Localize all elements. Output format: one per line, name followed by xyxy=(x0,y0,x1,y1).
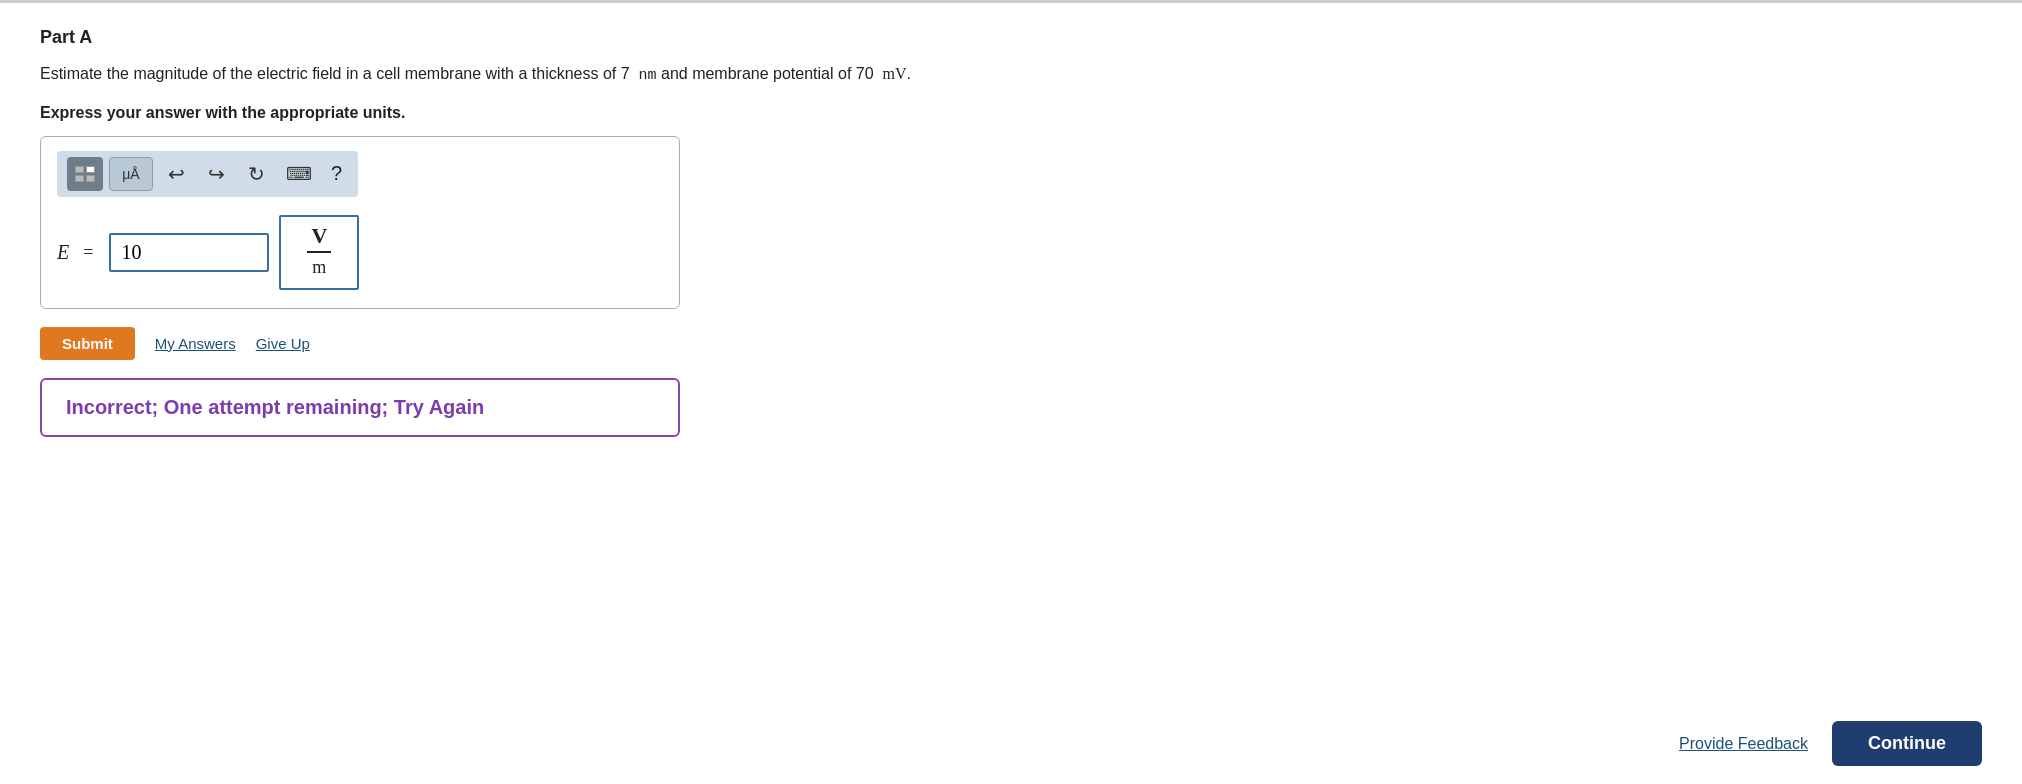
problem-text-2: and membrane potential of 70 xyxy=(661,65,874,82)
problem-text: Estimate the magnitude of the electric f… xyxy=(40,62,1982,88)
fraction-numerator: V xyxy=(307,223,331,253)
input-box-container: μÅ ↩ ↪ ↻ ⌨ ? E = V m xyxy=(40,136,680,309)
unit-grid-icon xyxy=(75,166,95,182)
part-label: Part A xyxy=(40,27,1982,48)
equation-equals: = xyxy=(83,242,93,263)
help-label: ? xyxy=(331,162,342,184)
unit-grid-button[interactable] xyxy=(67,157,103,191)
main-content: Part A Estimate the magnitude of the ele… xyxy=(0,3,2022,495)
actions-row: Submit My Answers Give Up xyxy=(40,327,1982,360)
mu-angstrom-button[interactable]: μÅ xyxy=(109,157,153,191)
my-answers-button[interactable]: My Answers xyxy=(155,335,236,352)
refresh-button[interactable]: ↻ xyxy=(239,157,273,191)
fraction-box: V m xyxy=(279,215,359,290)
feedback-text: Incorrect; One attempt remaining; Try Ag… xyxy=(66,396,484,418)
potential-value: mV xyxy=(882,65,906,82)
fraction-denominator: m xyxy=(308,253,330,278)
express-label: Express your answer with the appropriate… xyxy=(40,104,1982,122)
problem-text-1: Estimate the magnitude of the electric f… xyxy=(40,65,630,82)
feedback-box: Incorrect; One attempt remaining; Try Ag… xyxy=(40,378,680,437)
keyboard-button[interactable]: ⌨ xyxy=(279,157,319,191)
number-input[interactable] xyxy=(109,233,269,272)
equation-variable: E xyxy=(57,241,69,264)
redo-button[interactable]: ↪ xyxy=(199,157,233,191)
equation-row: E = V m xyxy=(57,215,663,290)
give-up-button[interactable]: Give Up xyxy=(256,335,310,352)
mu-angstrom-label: μÅ xyxy=(122,166,139,182)
toolbar: μÅ ↩ ↪ ↻ ⌨ ? xyxy=(57,151,358,197)
problem-text-end: . xyxy=(906,65,910,82)
thickness-unit: nm xyxy=(639,67,657,84)
help-button[interactable]: ? xyxy=(325,160,348,187)
undo-button[interactable]: ↩ xyxy=(159,157,193,191)
submit-button[interactable]: Submit xyxy=(40,327,135,360)
